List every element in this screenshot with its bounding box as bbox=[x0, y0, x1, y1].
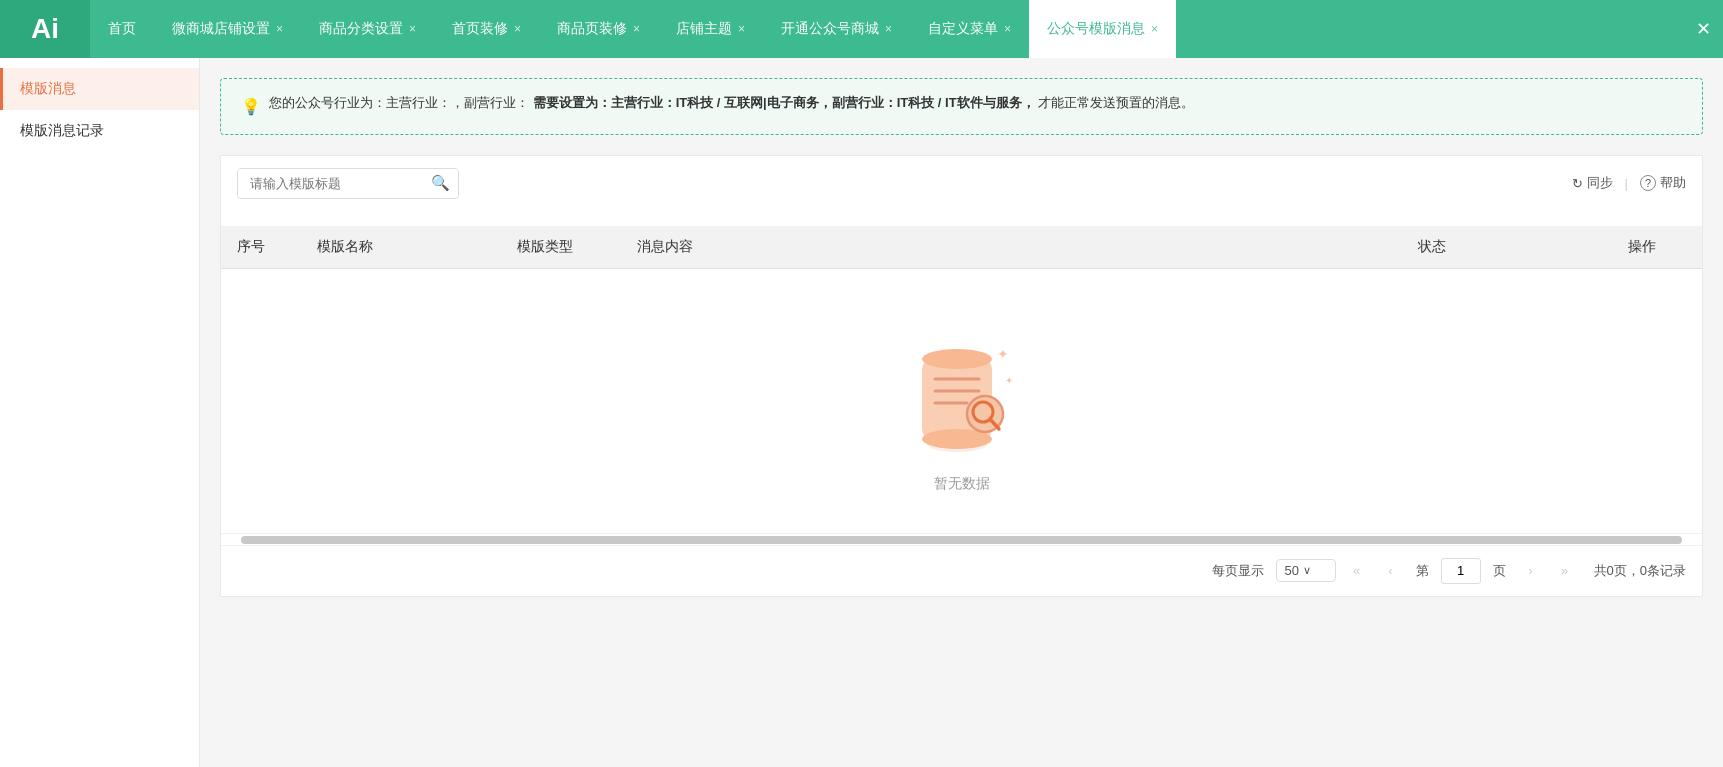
help-button[interactable]: ? 帮助 bbox=[1640, 174, 1686, 192]
divider: | bbox=[1625, 176, 1628, 191]
sync-label: 同步 bbox=[1587, 174, 1613, 192]
svg-point-2 bbox=[922, 349, 992, 369]
nav-tab-label: 自定义菜单 bbox=[928, 20, 998, 38]
page-input[interactable] bbox=[1441, 558, 1481, 584]
nav-tab-product-decoration[interactable]: 商品页装修 × bbox=[539, 0, 658, 58]
close-icon[interactable]: × bbox=[633, 22, 640, 36]
alert-text: 您的公众号行业为：主营行业：，副营行业： 需要设置为：主营行业：IT科技 / 互… bbox=[269, 93, 1194, 114]
nav-tab-label: 商品页装修 bbox=[557, 20, 627, 38]
nav-tab-shop-settings[interactable]: 微商城店铺设置 × bbox=[154, 0, 301, 58]
close-icon[interactable]: × bbox=[885, 22, 892, 36]
nav-tab-label: 开通公众号商城 bbox=[781, 20, 879, 38]
th-seq: 序号 bbox=[221, 226, 301, 268]
next-page-button[interactable]: › bbox=[1518, 558, 1544, 584]
svg-text:✦: ✦ bbox=[1005, 375, 1013, 386]
last-page-button[interactable]: » bbox=[1552, 558, 1578, 584]
search-right: ↻ 同步 | ? 帮助 bbox=[1572, 174, 1686, 192]
alert-prefix: 您的公众号行业为：主营行业：，副营行业： bbox=[269, 95, 529, 110]
search-left: 🔍 bbox=[237, 168, 459, 199]
total-info: 共0页，0条记录 bbox=[1594, 562, 1686, 580]
chevron-down-icon: ∨ bbox=[1303, 564, 1311, 577]
close-icon[interactable]: × bbox=[276, 22, 283, 36]
scrollbar-thumb[interactable] bbox=[241, 536, 1682, 544]
alert-highlight: 需要设置为：主营行业：IT科技 / 互联网|电子商务，副营行业：IT科技 / I… bbox=[533, 95, 1035, 110]
close-icon[interactable]: × bbox=[738, 22, 745, 36]
th-action: 操作 bbox=[1582, 226, 1702, 268]
refresh-icon: ↻ bbox=[1572, 176, 1583, 191]
logo: Ai bbox=[0, 0, 90, 58]
nav-tab-label: 店铺主题 bbox=[676, 20, 732, 38]
pagination: 每页显示 50 ∨ « ‹ 第 页 › » bbox=[221, 545, 1702, 596]
content-area: 💡 您的公众号行业为：主营行业：，副营行业： 需要设置为：主营行业：IT科技 /… bbox=[200, 58, 1723, 767]
sidebar-item-template-msg[interactable]: 模版消息 bbox=[0, 68, 199, 110]
per-page-value: 50 bbox=[1285, 563, 1299, 578]
main-layout: 模版消息 模版消息记录 💡 您的公众号行业为：主营行业：，副营行业： 需要设置为… bbox=[0, 58, 1723, 767]
logo-text: Ai bbox=[31, 13, 59, 45]
nav-tab-label: 首页装修 bbox=[452, 20, 508, 38]
search-input-wrap: 🔍 bbox=[237, 168, 459, 199]
nav-tab-template-msg[interactable]: 公众号模版消息 × bbox=[1029, 0, 1176, 58]
search-input[interactable] bbox=[238, 169, 458, 198]
th-name: 模版名称 bbox=[301, 226, 501, 268]
nav-tab-category-settings[interactable]: 商品分类设置 × bbox=[301, 0, 434, 58]
per-page-label: 每页显示 bbox=[1212, 562, 1264, 580]
page-label: 第 bbox=[1416, 562, 1429, 580]
sidebar: 模版消息 模版消息记录 bbox=[0, 58, 200, 767]
per-page-select[interactable]: 50 ∨ bbox=[1276, 559, 1336, 582]
horizontal-scrollbar[interactable] bbox=[221, 533, 1702, 545]
close-icon[interactable]: × bbox=[409, 22, 416, 36]
nav-tabs: 首页 微商城店铺设置 × 商品分类设置 × 首页装修 × 商品页装修 × 店铺主… bbox=[90, 0, 1683, 58]
nav-tab-label: 商品分类设置 bbox=[319, 20, 403, 38]
alert-suffix: 才能正常发送预置的消息。 bbox=[1038, 95, 1194, 110]
svg-text:✦: ✦ bbox=[997, 346, 1009, 362]
sync-button[interactable]: ↻ 同步 bbox=[1572, 174, 1613, 192]
sidebar-item-template-msg-record[interactable]: 模版消息记录 bbox=[0, 110, 199, 152]
sidebar-item-label: 模版消息记录 bbox=[20, 122, 104, 138]
first-page-button[interactable]: « bbox=[1344, 558, 1370, 584]
close-all-button[interactable]: ✕ bbox=[1683, 0, 1723, 58]
nav-tab-label: 微商城店铺设置 bbox=[172, 20, 270, 38]
nav-tab-home[interactable]: 首页 bbox=[90, 0, 154, 58]
alert-banner: 💡 您的公众号行业为：主营行业：，副营行业： 需要设置为：主营行业：IT科技 /… bbox=[220, 78, 1703, 135]
close-icon[interactable]: × bbox=[1004, 22, 1011, 36]
nav-tab-home-decoration[interactable]: 首页装修 × bbox=[434, 0, 539, 58]
close-icon[interactable]: × bbox=[1151, 22, 1158, 36]
search-bar: 🔍 ↻ 同步 | ? 帮助 bbox=[221, 156, 1702, 211]
nav-tab-custom-menu[interactable]: 自定义菜单 × bbox=[910, 0, 1029, 58]
table-header: 序号 模版名称 模版类型 消息内容 状态 操作 bbox=[221, 226, 1702, 269]
sidebar-item-label: 模版消息 bbox=[20, 80, 76, 96]
search-icon[interactable]: 🔍 bbox=[431, 174, 450, 192]
nav-tab-label: 公众号模版消息 bbox=[1047, 20, 1145, 38]
help-icon: ? bbox=[1640, 175, 1656, 191]
empty-illustration: ✦ ✦ bbox=[897, 329, 1027, 459]
empty-text: 暂无数据 bbox=[934, 475, 990, 493]
th-status: 状态 bbox=[1402, 226, 1582, 268]
th-type: 模版类型 bbox=[501, 226, 621, 268]
close-icon[interactable]: × bbox=[514, 22, 521, 36]
prev-page-button[interactable]: ‹ bbox=[1378, 558, 1404, 584]
help-label: 帮助 bbox=[1660, 174, 1686, 192]
th-content: 消息内容 bbox=[621, 226, 1402, 268]
lightbulb-icon: 💡 bbox=[241, 94, 261, 120]
page-unit: 页 bbox=[1493, 562, 1506, 580]
empty-state: ✦ ✦ 暂无数据 bbox=[221, 269, 1702, 533]
nav-tab-home-label: 首页 bbox=[108, 20, 136, 38]
nav-tab-open-mall[interactable]: 开通公众号商城 × bbox=[763, 0, 910, 58]
nav-tab-shop-theme[interactable]: 店铺主题 × bbox=[658, 0, 763, 58]
top-navigation: Ai 首页 微商城店铺设置 × 商品分类设置 × 首页装修 × 商品页装修 × … bbox=[0, 0, 1723, 58]
